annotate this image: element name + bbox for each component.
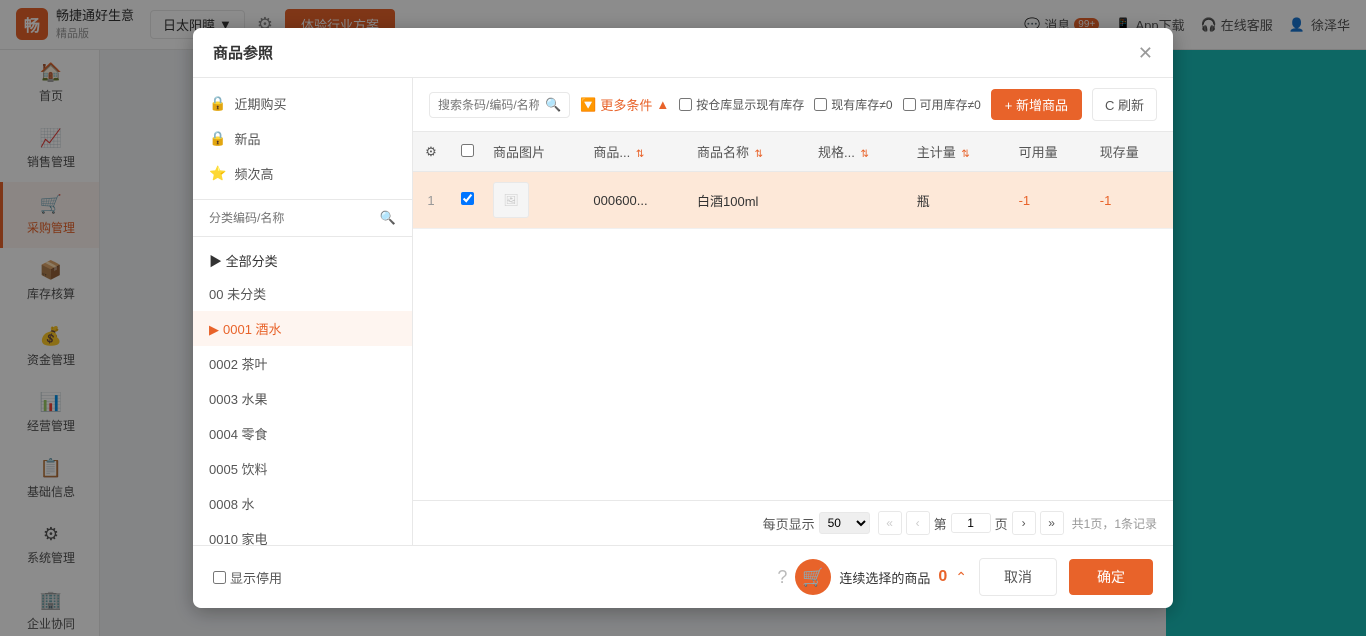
cart-label: 连续选择的商品: [839, 568, 930, 587]
category-item[interactable]: 0003 水果: [193, 381, 412, 416]
left-nav-item[interactable]: ⭐ 频次高: [193, 156, 412, 191]
nav-item-icon: 🔒: [209, 130, 226, 147]
image-col-header: 商品图片: [485, 132, 585, 172]
category-item[interactable]: 0008 水: [193, 486, 412, 521]
row-stock: -1: [1092, 172, 1173, 229]
spec-sort-icon: ⇅: [861, 149, 869, 160]
nav-item-icon: ⭐: [209, 165, 226, 182]
all-categories-item[interactable]: ▶ 全部分类: [193, 245, 412, 276]
filter-collapse-icon: ▲: [656, 97, 669, 112]
help-icon[interactable]: ?: [777, 567, 787, 588]
product-search-bar: 🔍: [429, 92, 570, 118]
modal-header: 商品参照 ✕: [193, 28, 1173, 78]
add-product-button[interactable]: + 新增商品: [991, 89, 1082, 120]
row-select-checkbox[interactable]: [461, 192, 474, 205]
warehouse-stock-checkbox-label[interactable]: 按仓库显示现有库存: [679, 96, 804, 113]
filter-icon: 🔽: [580, 97, 596, 113]
product-table: ⚙ 商品图片 商品... ⇅ 商品名称 ⇅: [413, 132, 1173, 229]
category-item[interactable]: 00 未分类: [193, 276, 412, 311]
stock-col-header: 现存量: [1092, 132, 1173, 172]
category-item[interactable]: ▶0001 酒水: [193, 311, 412, 346]
table-body: 1 🖼 000600... 白酒100ml 瓶 -1 -1: [413, 172, 1173, 229]
first-page-button[interactable]: «: [878, 511, 902, 535]
total-info: 共1页，1条记录: [1072, 515, 1157, 532]
product-lookup-modal: 商品参照 ✕ 🔒 近期购买 🔒 新品 ⭐ 频次高 🔍 ▶ 全部分类: [193, 28, 1173, 608]
category-list: ▶ 全部分类 00 未分类▶0001 酒水0002 茶叶0003 水果0004 …: [193, 237, 412, 545]
code-col-header[interactable]: 商品... ⇅: [585, 132, 689, 172]
modal-footer: 显示停用 ? 🛒 连续选择的商品 0 ⌃ 取消 确定: [193, 545, 1173, 608]
row-available: -1: [1011, 172, 1092, 229]
category-search-icon[interactable]: 🔍: [380, 210, 396, 226]
row-image-cell: 🖼: [485, 172, 585, 229]
category-search-input[interactable]: [209, 211, 374, 225]
unit-col-header[interactable]: 主计量 ⇅: [909, 132, 1011, 172]
product-search-input[interactable]: [438, 98, 539, 112]
confirm-button[interactable]: 确定: [1069, 559, 1153, 595]
show-disabled-checkbox[interactable]: [213, 571, 226, 584]
left-panel: 🔒 近期购买 🔒 新品 ⭐ 频次高 🔍 ▶ 全部分类 00 未分类▶0001 酒…: [193, 78, 413, 545]
product-thumbnail: 🖼: [493, 182, 529, 218]
left-panel-nav: 🔒 近期购买 🔒 新品 ⭐ 频次高: [193, 78, 412, 200]
cart-area: ? 🛒 连续选择的商品 0 ⌃: [777, 559, 967, 595]
page-navigation: « ‹ 第 页 › »: [878, 511, 1064, 535]
nonzero-available-checkbox[interactable]: [903, 98, 916, 111]
toolbar: 🔍 🔽 更多条件 ▲ 按仓库显示现有库存 现有库存≠0: [413, 78, 1173, 132]
right-panel: 🔍 🔽 更多条件 ▲ 按仓库显示现有库存 现有库存≠0: [413, 78, 1173, 545]
nonzero-available-checkbox-label[interactable]: 可用库存≠0: [903, 96, 981, 113]
nonzero-stock-checkbox-label[interactable]: 现有库存≠0: [814, 96, 892, 113]
pagination: 每页显示 50 100 200 « ‹ 第 页 ›: [413, 500, 1173, 545]
page-size-select[interactable]: 50 100 200: [819, 512, 870, 534]
modal-title: 商品参照: [213, 42, 273, 63]
category-arrow-icon: ▶: [209, 322, 219, 337]
name-col-header[interactable]: 商品名称 ⇅: [689, 132, 810, 172]
category-item[interactable]: 0005 饮料: [193, 451, 412, 486]
row-unit: 瓶: [909, 172, 1011, 229]
collapse-cart-icon[interactable]: ⌃: [955, 569, 967, 586]
select-all-checkbox[interactable]: [461, 144, 474, 157]
settings-col-header[interactable]: ⚙: [413, 132, 449, 172]
name-sort-icon: ⇅: [755, 149, 763, 160]
page-number-input[interactable]: [951, 513, 991, 533]
row-code: 000600...: [585, 172, 689, 229]
available-col-header: 可用量: [1011, 132, 1092, 172]
more-filters-button[interactable]: 🔽 更多条件 ▲: [580, 95, 669, 114]
cancel-button[interactable]: 取消: [979, 558, 1057, 596]
category-item[interactable]: 0004 零食: [193, 416, 412, 451]
nav-item-icon: 🔒: [209, 95, 226, 112]
warehouse-stock-checkbox[interactable]: [679, 98, 692, 111]
modal-overlay: 商品参照 ✕ 🔒 近期购买 🔒 新品 ⭐ 频次高 🔍 ▶ 全部分类: [0, 0, 1366, 636]
next-page-button[interactable]: ›: [1012, 511, 1036, 535]
page-size-selector: 每页显示 50 100 200: [763, 512, 870, 534]
table-row[interactable]: 1 🖼 000600... 白酒100ml 瓶 -1 -1: [413, 172, 1173, 229]
prev-page-button[interactable]: ‹: [906, 511, 930, 535]
product-table-container: ⚙ 商品图片 商品... ⇅ 商品名称 ⇅: [413, 132, 1173, 500]
category-search-box: 🔍: [193, 200, 412, 237]
cart-count: 0: [938, 568, 947, 586]
table-header: ⚙ 商品图片 商品... ⇅ 商品名称 ⇅: [413, 132, 1173, 172]
category-item[interactable]: 0010 家电: [193, 521, 412, 545]
product-search-icon[interactable]: 🔍: [545, 97, 561, 113]
row-spec: [810, 172, 909, 229]
refresh-button[interactable]: C 刷新: [1092, 88, 1157, 121]
category-item[interactable]: 0002 茶叶: [193, 346, 412, 381]
modal-body: 🔒 近期购买 🔒 新品 ⭐ 频次高 🔍 ▶ 全部分类 00 未分类▶0001 酒…: [193, 78, 1173, 545]
modal-close-button[interactable]: ✕: [1138, 44, 1153, 62]
nonzero-stock-checkbox[interactable]: [814, 98, 827, 111]
checkbox-col-header[interactable]: [449, 132, 485, 172]
row-num: 1: [413, 172, 449, 229]
show-disabled-label[interactable]: 显示停用: [213, 568, 282, 587]
spec-col-header[interactable]: 规格... ⇅: [810, 132, 909, 172]
unit-sort-icon: ⇅: [961, 149, 969, 160]
row-name: 白酒100ml: [689, 172, 810, 229]
code-sort-icon: ⇅: [636, 149, 644, 160]
left-nav-item[interactable]: 🔒 近期购买: [193, 86, 412, 121]
row-checkbox-cell[interactable]: [449, 172, 485, 229]
cart-icon[interactable]: 🛒: [795, 559, 831, 595]
left-nav-item[interactable]: 🔒 新品: [193, 121, 412, 156]
last-page-button[interactable]: »: [1040, 511, 1064, 535]
